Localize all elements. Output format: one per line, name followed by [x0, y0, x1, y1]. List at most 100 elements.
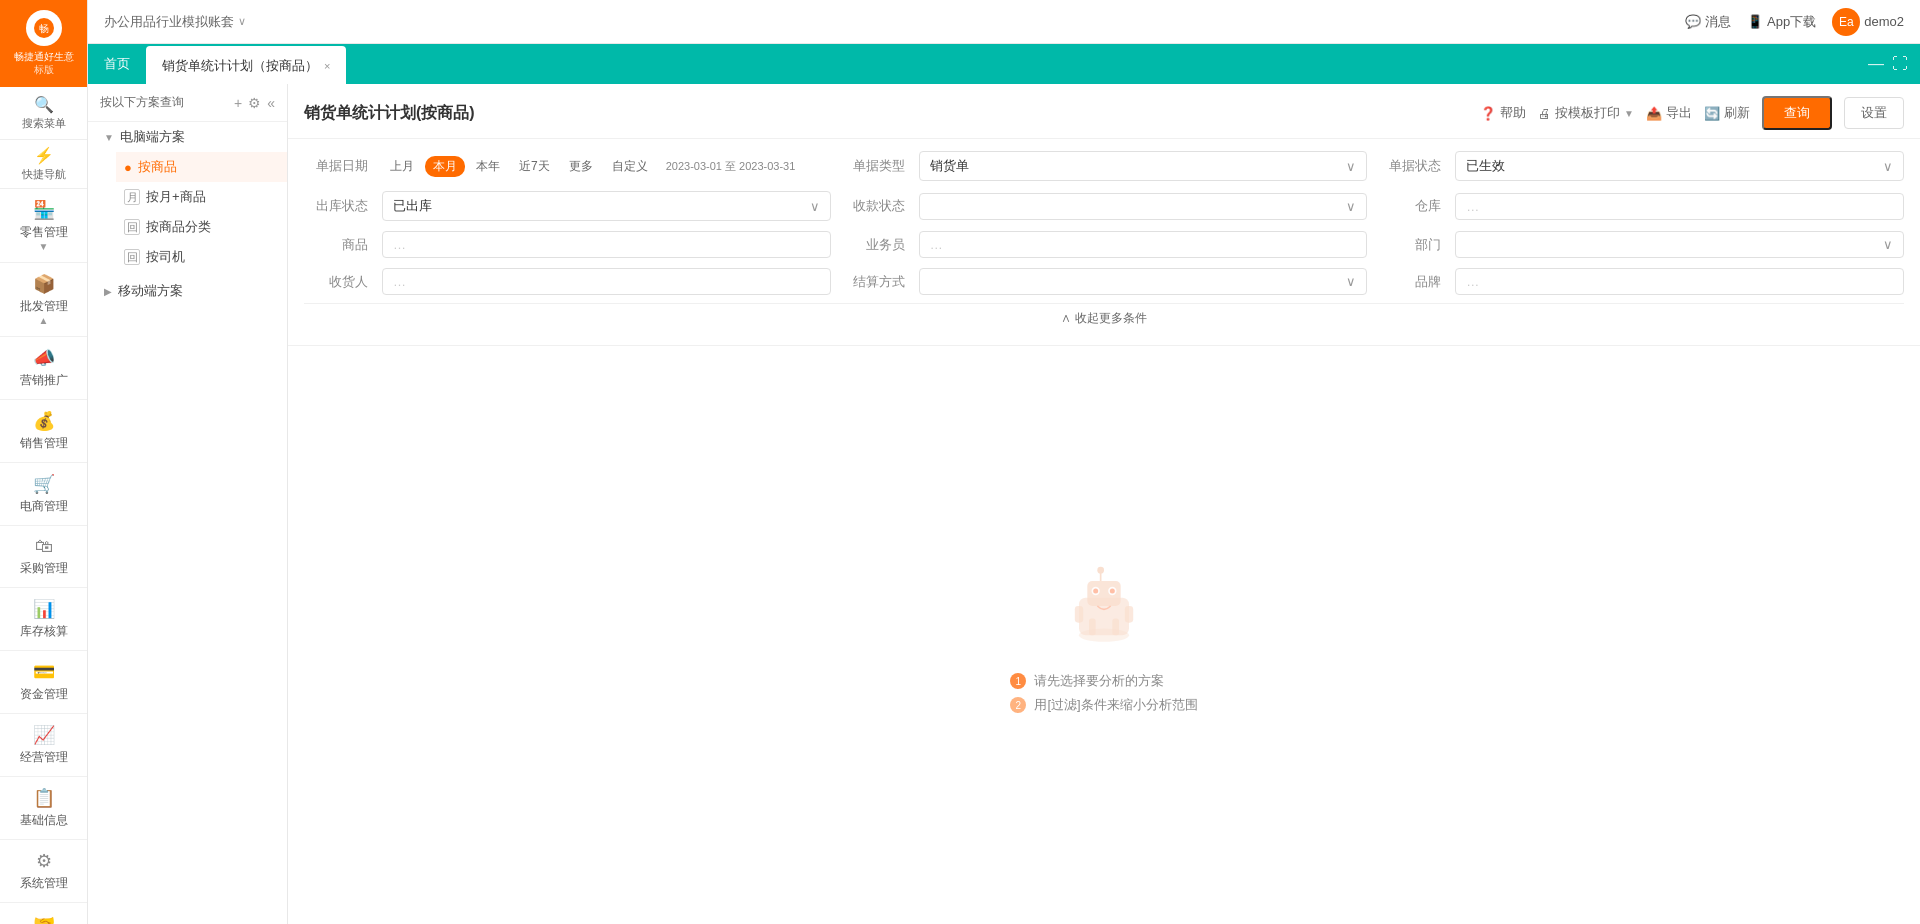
brand-label: 品牌	[1377, 273, 1449, 291]
sidebar-item-label: 系统管理	[20, 875, 68, 892]
tree-item-by-printer[interactable]: 回 按司机	[116, 242, 287, 272]
doc-status-select[interactable]: 已生效 ∨	[1455, 151, 1904, 181]
header-right: 💬 消息 📱 App下载 Ea demo2	[1685, 8, 1904, 36]
salesman-label: 业务员	[841, 236, 913, 254]
industry-chevron[interactable]: ∨	[238, 15, 246, 28]
svg-rect-10	[1125, 606, 1133, 623]
tab-active-label: 销货单统计计划（按商品）	[162, 57, 318, 75]
sidebar-item-ecom[interactable]: 🛒 电商管理	[0, 463, 87, 526]
nav-label: 快捷导航	[22, 167, 66, 182]
sidebar-item-label: 销售管理	[20, 435, 68, 452]
window-maximize-btn[interactable]: ⛶	[1892, 55, 1908, 73]
receiver-label: 收货人	[304, 273, 376, 291]
salesman-input[interactable]: …	[919, 231, 1368, 258]
tree-item-by-month-product[interactable]: 月 按月+商品	[116, 182, 287, 212]
warehouse-input[interactable]: …	[1455, 193, 1904, 220]
quick-nav[interactable]: ⚡ 快捷导航	[0, 140, 87, 189]
empty-steps: 1 请先选择要分析的方案 2 用[过滤]条件来缩小分析范围	[1010, 672, 1197, 714]
settings-btn[interactable]: 设置	[1844, 97, 1904, 129]
nav-icon: ⚡	[34, 146, 54, 165]
sidebar-item-finance[interactable]: 💳 资金管理	[0, 651, 87, 714]
doc-type-label: 单据类型	[841, 157, 913, 175]
sidebar-item-ops[interactable]: 📈 经营管理	[0, 714, 87, 777]
message-btn[interactable]: 💬 消息	[1685, 13, 1731, 31]
pc-group-arrow: ▼	[104, 132, 114, 143]
tab-active[interactable]: 销货单统计计划（按商品） ×	[146, 46, 346, 86]
tree-item-by-category[interactable]: 回 按商品分类	[116, 212, 287, 242]
collapse-panel-btn[interactable]: «	[267, 95, 275, 111]
app-subtext: 标版	[34, 63, 54, 77]
help-btn[interactable]: ❓ 帮助	[1480, 104, 1526, 122]
base-icon: 📋	[33, 787, 55, 809]
date-tab-7days[interactable]: 近7天	[511, 156, 558, 177]
app-logo[interactable]: 畅 畅捷通好生意 标版	[0, 0, 87, 87]
sidebar-item-label: 采购管理	[20, 560, 68, 577]
out-status-select[interactable]: 已出库 ∨	[382, 191, 831, 221]
doc-type-select[interactable]: 销货单 ∨	[919, 151, 1368, 181]
date-tab-custom[interactable]: 自定义	[604, 156, 656, 177]
recv-status-select[interactable]: ∨	[919, 193, 1368, 220]
tab-home[interactable]: 首页	[88, 44, 146, 84]
out-status-label: 出库状态	[304, 197, 376, 215]
collapse-label: ∧ 收起更多条件	[1061, 311, 1146, 325]
collapse-bar[interactable]: ∧ 收起更多条件	[304, 303, 1904, 333]
tree-item-by-category-label: 按商品分类	[146, 218, 211, 236]
filter-brand: 品牌 …	[1377, 268, 1904, 295]
tree-group-pc[interactable]: ▼ 电脑端方案	[88, 122, 287, 152]
download-icon: 📱	[1747, 14, 1763, 29]
logo-icon: 畅	[26, 10, 62, 46]
sidebar-item-sales[interactable]: 💰 销售管理	[0, 400, 87, 463]
svg-text:畅: 畅	[39, 23, 49, 34]
sidebar-item-enterprise[interactable]: 🤝 企业协同	[0, 903, 87, 924]
sidebar-item-marketing[interactable]: 📣 营销推广	[0, 337, 87, 400]
payment-select[interactable]: ∨	[919, 268, 1368, 295]
industry-title: 办公用品行业模拟账套 ∨	[104, 13, 246, 31]
sidebar-item-purchase[interactable]: 🛍 采购管理	[0, 526, 87, 588]
svg-point-7	[1093, 589, 1098, 594]
settings-scheme-btn[interactable]: ⚙	[248, 95, 261, 111]
date-tab-more[interactable]: 更多	[561, 156, 601, 177]
tree-item-by-month-product-label: 按月+商品	[146, 188, 206, 206]
add-scheme-btn[interactable]: +	[234, 95, 242, 111]
template-print-label: 按模板打印	[1555, 104, 1620, 122]
app-download-btn[interactable]: 📱 App下载	[1747, 13, 1816, 31]
receiver-input[interactable]: …	[382, 268, 831, 295]
refresh-label: 刷新	[1724, 104, 1750, 122]
export-btn[interactable]: 📤 导出	[1646, 104, 1692, 122]
sidebar-item-wholesale[interactable]: 📦 批发管理 ▲	[0, 263, 87, 337]
date-tabs-group: 上月 本月 本年 近7天 更多 自定义	[382, 156, 656, 177]
sidebar-item-inventory[interactable]: 📊 库存核算	[0, 588, 87, 651]
empty-state: 1 请先选择要分析的方案 2 用[过滤]条件来缩小分析范围	[288, 346, 1920, 924]
date-tab-last-month[interactable]: 上月	[382, 156, 422, 177]
empty-step-2: 2 用[过滤]条件来缩小分析范围	[1010, 696, 1197, 714]
tree-group-mobile[interactable]: ▶ 移动端方案	[88, 276, 287, 306]
by-category-icon: 回	[124, 219, 140, 235]
refresh-btn[interactable]: 🔄 刷新	[1704, 104, 1750, 122]
filter-date: 单据日期 上月 本月 本年 近7天 更多 自定义 2023-03-01 至 20…	[304, 151, 831, 181]
date-range: 2023-03-01 至 2023-03-31	[666, 159, 796, 174]
marketing-icon: 📣	[33, 347, 55, 369]
date-tab-this-month[interactable]: 本月	[425, 156, 465, 177]
tree-item-by-product[interactable]: ● 按商品	[116, 152, 287, 182]
tab-close-icon[interactable]: ×	[324, 60, 330, 72]
brand-input[interactable]: …	[1455, 268, 1904, 295]
sidebar-item-label: 电商管理	[20, 498, 68, 515]
ecom-icon: 🛒	[33, 473, 55, 495]
warehouse-label: 仓库	[1377, 197, 1449, 215]
search-menu[interactable]: 🔍 搜索菜单	[0, 87, 87, 140]
product-input[interactable]: …	[382, 231, 831, 258]
content-area: 按以下方案查询 + ⚙ « ▼ 电脑端方案 ● 按商品 月 按月	[88, 84, 1920, 924]
template-print-btn[interactable]: 🖨 按模板打印 ▼	[1538, 104, 1634, 122]
query-btn[interactable]: 查询	[1762, 96, 1832, 130]
recv-status-chevron: ∨	[1346, 199, 1356, 214]
window-minimize-btn[interactable]: —	[1868, 55, 1884, 73]
user-info[interactable]: Ea demo2	[1832, 8, 1904, 36]
dept-select[interactable]: ∨	[1455, 231, 1904, 258]
doc-status-value: 已生效	[1466, 157, 1505, 175]
sidebar-item-retail[interactable]: 🏪 零售管理 ▼	[0, 189, 87, 263]
sidebar-item-system[interactable]: ⚙ 系统管理	[0, 840, 87, 903]
sidebar-item-base[interactable]: 📋 基础信息	[0, 777, 87, 840]
filter-warehouse: 仓库 …	[1377, 191, 1904, 221]
page-actions: ❓ 帮助 🖨 按模板打印 ▼ 📤 导出 🔄 刷新	[1480, 96, 1904, 130]
date-tab-this-year[interactable]: 本年	[468, 156, 508, 177]
